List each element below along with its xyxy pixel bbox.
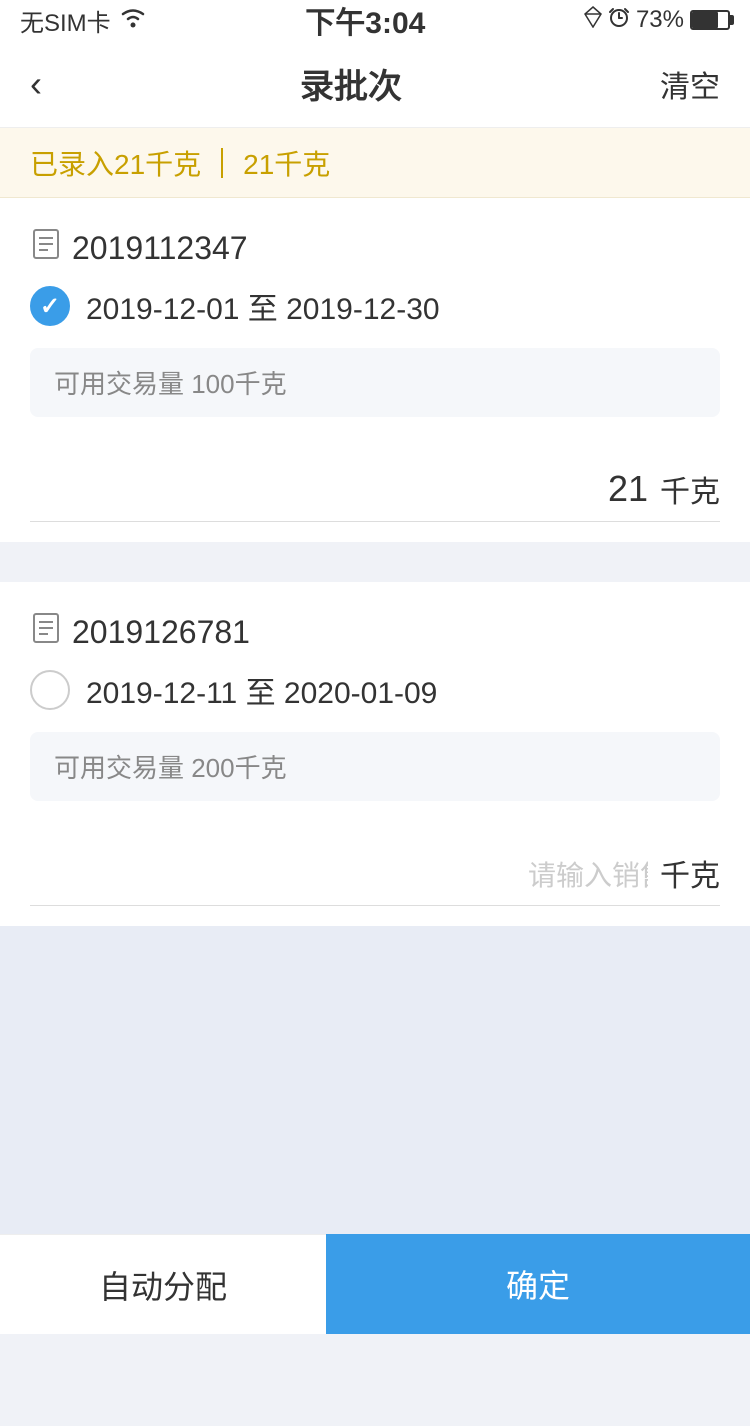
batch2-qty-line: 千克 bbox=[30, 851, 720, 906]
batch1-date-row[interactable]: 2019-12-01 至 2019-12-30 bbox=[30, 284, 720, 328]
bottom-spacer bbox=[0, 1326, 750, 1426]
batch2-date: 2019-12-11 至 2020-01-09 bbox=[86, 668, 437, 712]
status-left: 无SIM卡 bbox=[20, 3, 147, 38]
confirm-button[interactable]: 确定 bbox=[326, 1234, 750, 1334]
status-right: 73% bbox=[584, 6, 730, 35]
info-banner-divider bbox=[221, 148, 223, 178]
batch2-id-row: 2019126781 bbox=[30, 612, 720, 652]
recorded-label: 已录入21千克 bbox=[30, 143, 201, 183]
clear-button[interactable]: 清空 bbox=[660, 62, 720, 106]
auto-distribute-button[interactable]: 自动分配 bbox=[0, 1234, 326, 1334]
batch1-date: 2019-12-01 至 2019-12-30 bbox=[86, 284, 440, 328]
batch2-avail-text: 可用交易量 200千克 bbox=[54, 753, 287, 783]
battery-icon bbox=[690, 10, 730, 30]
batch2-quantity-input[interactable] bbox=[528, 852, 648, 894]
recorded-value: 21千克 bbox=[243, 143, 330, 183]
carrier-text: 无SIM卡 bbox=[20, 3, 111, 38]
batch1-card: 2019112347 2019-12-01 至 2019-12-30 可用交易量… bbox=[0, 198, 750, 447]
location-icon bbox=[584, 6, 602, 35]
page-title: 录批次 bbox=[300, 59, 402, 108]
batch1-quantity-input[interactable] bbox=[528, 468, 648, 510]
bottom-bar: 自动分配 确定 bbox=[0, 1234, 750, 1334]
status-bar: 无SIM卡 下午3:04 73% bbox=[0, 0, 750, 40]
battery-percent: 73% bbox=[636, 6, 684, 34]
batch2-unit: 千克 bbox=[660, 851, 720, 895]
batch1-avail-box: 可用交易量 100千克 bbox=[30, 348, 720, 417]
info-banner: 已录入21千克 21千克 bbox=[0, 128, 750, 198]
batch2-radio[interactable] bbox=[30, 670, 70, 710]
batch2-qty-wrapper: 千克 bbox=[0, 831, 750, 926]
batch1-qty-wrapper: 千克 bbox=[0, 447, 750, 542]
back-button[interactable]: ‹ bbox=[30, 63, 42, 105]
batch2-avail-box: 可用交易量 200千克 bbox=[30, 732, 720, 801]
batch1-radio[interactable] bbox=[30, 286, 70, 326]
batch2-card: 2019126781 2019-12-11 至 2020-01-09 可用交易量… bbox=[0, 582, 750, 831]
batch1-avail-text: 可用交易量 100千克 bbox=[54, 369, 287, 399]
batch1-qty-line: 千克 bbox=[30, 467, 720, 522]
batch1-id: 2019112347 bbox=[72, 230, 248, 267]
batch1-id-row: 2019112347 bbox=[30, 228, 720, 268]
section-spacer-1 bbox=[0, 542, 750, 562]
batch1-icon bbox=[30, 228, 62, 268]
batch1-unit: 千克 bbox=[660, 467, 720, 511]
batch2-date-row[interactable]: 2019-12-11 至 2020-01-09 bbox=[30, 668, 720, 712]
batch2-icon bbox=[30, 612, 62, 652]
batch2-id: 2019126781 bbox=[72, 614, 250, 651]
status-time: 下午3:04 bbox=[305, 0, 425, 42]
wifi-icon bbox=[119, 6, 147, 35]
alarm-icon bbox=[608, 6, 630, 35]
nav-bar: ‹ 录批次 清空 bbox=[0, 40, 750, 128]
